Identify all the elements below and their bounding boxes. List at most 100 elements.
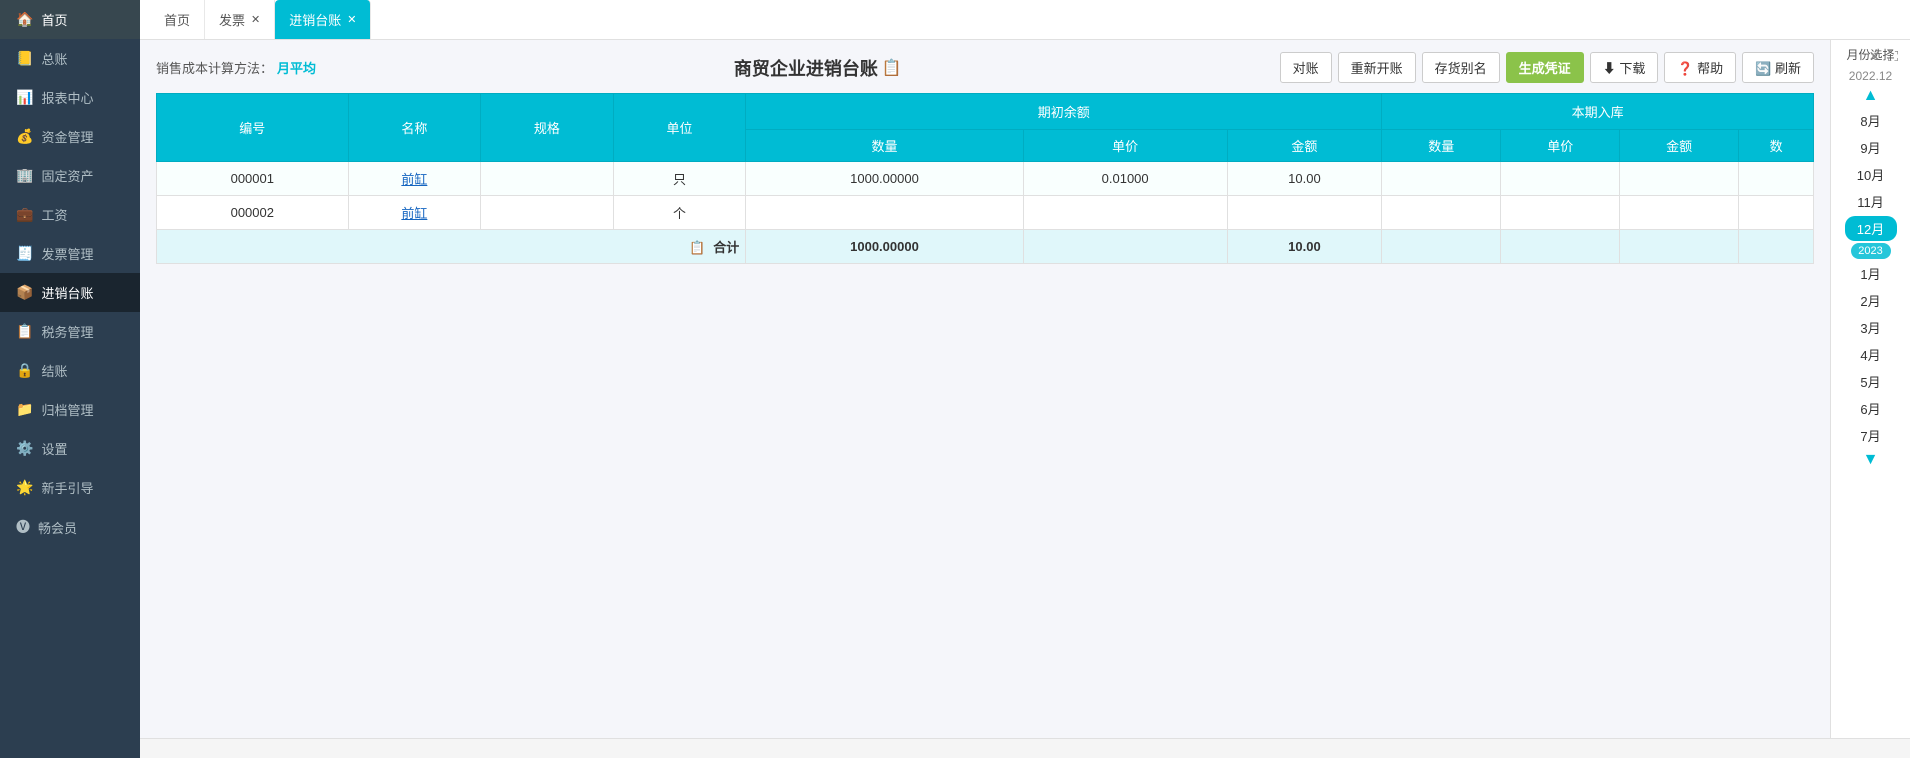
row2-in-price xyxy=(1501,196,1620,230)
sidebar-item-tax[interactable]: 📋 税务管理 xyxy=(0,312,140,351)
row2-in-amount xyxy=(1620,196,1739,230)
action-buttons: 对账 重新开账 存货别名 生成凭证 ⬇ 下载 ❓ 帮助 🔄 刷新 xyxy=(1280,52,1814,83)
sidebar-item-salary[interactable]: 💼 工资 xyxy=(0,195,140,234)
month-2[interactable]: 2月 xyxy=(1845,288,1897,313)
col-spec-header: 规格 xyxy=(481,94,614,162)
scroll-up-btn[interactable]: ▲ xyxy=(1863,87,1879,105)
month-12[interactable]: 12月 xyxy=(1845,216,1897,241)
sidebar-item-asset[interactable]: 🏢 固定资产 xyxy=(0,156,140,195)
total-text: 合计 xyxy=(713,240,739,255)
month-10[interactable]: 10月 xyxy=(1845,162,1897,187)
year-2022-label: 2022.12 xyxy=(1849,69,1892,83)
month-8[interactable]: 8月 xyxy=(1845,108,1897,133)
tab-purchase[interactable]: 进销台账 ✕ xyxy=(275,0,371,39)
row1-period-qty: 1000.00000 xyxy=(746,162,1024,196)
reopen-button[interactable]: 重新开账 xyxy=(1338,52,1416,83)
sidebar-item-ledger[interactable]: 📒 总账 xyxy=(0,39,140,78)
invoice-mgr-icon: 🧾 xyxy=(16,245,33,262)
sidebar-item-vip[interactable]: 🅥 畅会员 xyxy=(0,507,140,547)
generate-voucher-button[interactable]: 生成凭证 xyxy=(1506,52,1584,83)
settings-icon: ⚙️ xyxy=(16,440,33,457)
content-area: 销售成本计算方法： 月平均 商贸企业进销台账 📋 对账 重新开账 存货别名 生成… xyxy=(140,40,1910,738)
home-icon: 🏠 xyxy=(16,11,33,28)
salary-icon: 💼 xyxy=(16,206,33,223)
row2-in-extra xyxy=(1739,196,1814,230)
total-in-qty xyxy=(1382,230,1501,264)
purchase-sales-icon: 📦 xyxy=(16,284,33,301)
month-3[interactable]: 3月 xyxy=(1845,315,1897,340)
page-title: 商贸企业进销台账 xyxy=(734,55,878,81)
refresh-button[interactable]: 🔄 刷新 xyxy=(1742,52,1814,83)
row1-in-qty xyxy=(1382,162,1501,196)
period-amount-header: 金额 xyxy=(1227,130,1382,162)
total-in-price xyxy=(1501,230,1620,264)
download-icon: ⬇ xyxy=(1603,61,1616,76)
current-in-header: 本期入库 xyxy=(1382,94,1814,130)
tab-home[interactable]: 首页 xyxy=(150,0,205,39)
col-name-header: 名称 xyxy=(348,94,481,162)
vip-icon: 🅥 xyxy=(16,517,30,537)
row2-period-amount xyxy=(1227,196,1382,230)
row2-unit: 个 xyxy=(613,196,746,230)
window-maximize-btn[interactable]: ⛶ xyxy=(1888,48,1898,65)
row1-in-extra xyxy=(1739,162,1814,196)
tab-bar: 首页 发票 ✕ 进销台账 ✕ xyxy=(140,0,1910,40)
row1-spec xyxy=(481,162,614,196)
total-icon: 📋 xyxy=(689,240,705,255)
sidebar-item-report[interactable]: 📊 报表中心 xyxy=(0,78,140,117)
row1-unit: 只 xyxy=(613,162,746,196)
tab-invoice[interactable]: 发票 ✕ xyxy=(205,0,275,39)
sidebar: 🏠 首页 📒 总账 📊 报表中心 💰 资金管理 🏢 固定资产 💼 工资 🧾 发票… xyxy=(0,0,140,758)
month-9[interactable]: 9月 xyxy=(1845,135,1897,160)
total-in-extra xyxy=(1739,230,1814,264)
sidebar-item-guide[interactable]: 🌟 新手引导 xyxy=(0,468,140,507)
scroll-down-btn[interactable]: ▼ xyxy=(1863,451,1879,469)
total-row: 📋 合计 1000.00000 10.00 xyxy=(157,230,1814,264)
sidebar-item-close[interactable]: 🔒 结账 xyxy=(0,351,140,390)
cost-method-label: 销售成本计算方法： xyxy=(156,58,273,77)
month-4[interactable]: 4月 xyxy=(1845,342,1897,367)
sidebar-item-settings[interactable]: ⚙️ 设置 xyxy=(0,429,140,468)
ledger-icon: 📒 xyxy=(16,50,33,67)
total-in-amount xyxy=(1620,230,1739,264)
month-5[interactable]: 5月 xyxy=(1845,369,1897,394)
reconcile-button[interactable]: 对账 xyxy=(1280,52,1332,83)
sidebar-item-fund[interactable]: 💰 资金管理 xyxy=(0,117,140,156)
window-close-btn[interactable]: ✕ xyxy=(1868,48,1880,65)
month-7[interactable]: 7月 xyxy=(1845,423,1897,448)
download-button[interactable]: ⬇ 下载 xyxy=(1590,52,1659,83)
row2-spec xyxy=(481,196,614,230)
tab-home-label: 首页 xyxy=(164,10,190,29)
total-label: 📋 合计 xyxy=(157,230,746,264)
save-alias-button[interactable]: 存货别名 xyxy=(1422,52,1500,83)
month-11[interactable]: 11月 xyxy=(1845,189,1897,214)
page-content: 销售成本计算方法： 月平均 商贸企业进销台账 📋 对账 重新开账 存货别名 生成… xyxy=(140,40,1830,738)
sidebar-item-purchase-sales[interactable]: 📦 进销台账 xyxy=(0,273,140,312)
sidebar-item-home[interactable]: 🏠 首页 xyxy=(0,0,140,39)
total-period-price xyxy=(1023,230,1227,264)
row1-in-price xyxy=(1501,162,1620,196)
period-start-header: 期初余额 xyxy=(746,94,1382,130)
tab-invoice-label: 发票 xyxy=(219,10,245,29)
month-1[interactable]: 1月 xyxy=(1845,261,1897,286)
help-button[interactable]: ❓ 帮助 xyxy=(1664,52,1736,83)
asset-icon: 🏢 xyxy=(16,167,33,184)
tab-invoice-close[interactable]: ✕ xyxy=(251,13,260,26)
period-price-header: 单价 xyxy=(1023,130,1227,162)
sidebar-item-archive[interactable]: 📁 归档管理 xyxy=(0,390,140,429)
row2-period-qty xyxy=(746,196,1024,230)
guide-icon: 🌟 xyxy=(16,479,33,496)
row1-period-price: 0.01000 xyxy=(1023,162,1227,196)
month-panel: 月份选择 2022.12 ▲ 8月 9月 10月 11月 12月 2023 1月… xyxy=(1830,40,1910,738)
month-6[interactable]: 6月 xyxy=(1845,396,1897,421)
fund-icon: 💰 xyxy=(16,128,33,145)
bottom-scrollbar[interactable] xyxy=(140,738,1910,758)
page-header: 销售成本计算方法： 月平均 商贸企业进销台账 📋 对账 重新开账 存货别名 生成… xyxy=(156,52,1814,83)
window-controls: ✕ ⛶ xyxy=(1868,48,1898,65)
period-qty-header: 数量 xyxy=(746,130,1024,162)
sidebar-item-invoice-mgr[interactable]: 🧾 发票管理 xyxy=(0,234,140,273)
table-row: 000001 前缸 只 1000.00000 0.01000 10.00 xyxy=(157,162,1814,196)
tab-purchase-close[interactable]: ✕ xyxy=(347,13,356,26)
col-unit-header: 单位 xyxy=(613,94,746,162)
total-period-amount: 10.00 xyxy=(1227,230,1382,264)
